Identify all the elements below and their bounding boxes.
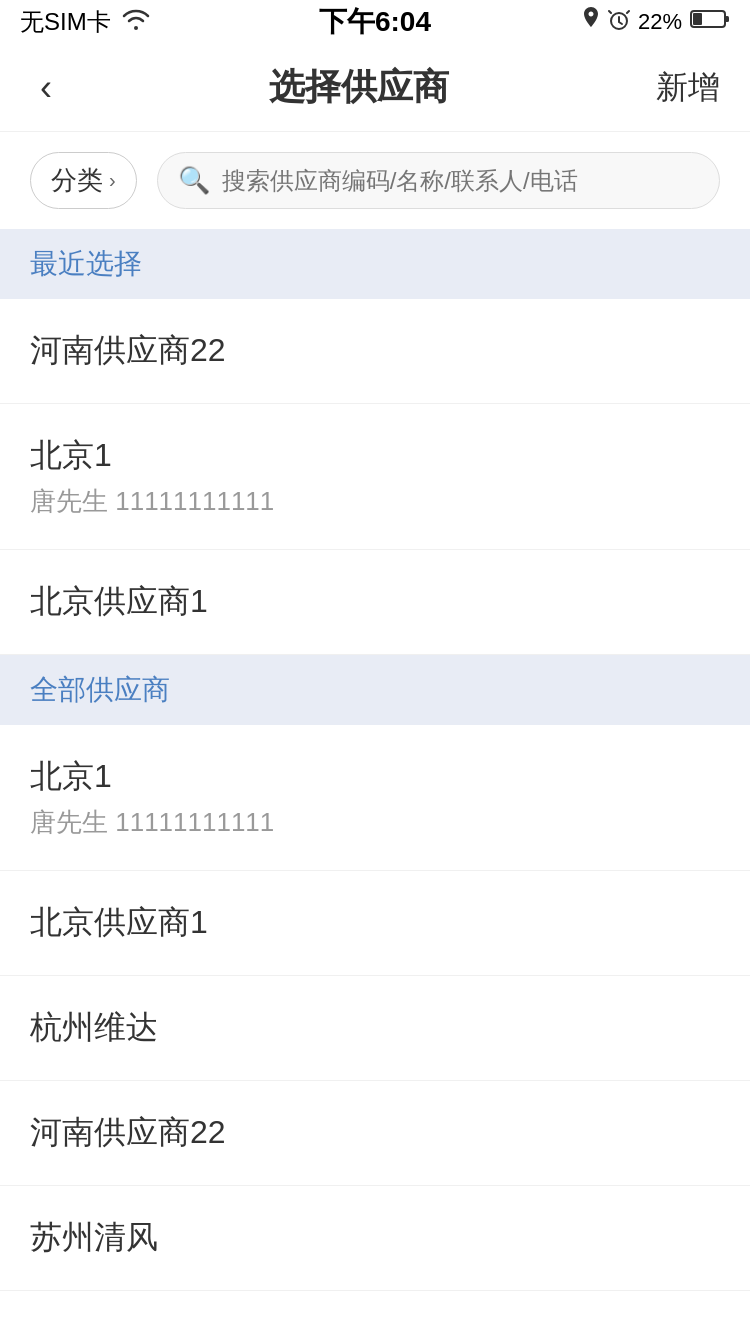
item-name: 北京供应商1 — [30, 901, 720, 945]
status-bar: 无SIM卡 下午6:04 22% — [0, 0, 750, 44]
battery-icon — [690, 9, 730, 35]
list-item[interactable]: 北京1 唐先生 11111111111 — [0, 725, 750, 871]
add-button[interactable]: 新增 — [656, 66, 720, 110]
battery-text: 22% — [638, 9, 682, 35]
recent-section-label: 最近选择 — [30, 248, 142, 279]
list-item[interactable]: 北京供应商1 — [0, 550, 750, 655]
item-name: 河南供应商22 — [30, 329, 720, 373]
list-item[interactable]: 河南供应商22 — [0, 1081, 750, 1186]
item-name: 河南供应商22 — [30, 1111, 720, 1155]
list-item[interactable]: 河南供应商22 — [0, 299, 750, 404]
item-name: 苏州清风 — [30, 1216, 720, 1260]
filter-bar: 分类 › 🔍 — [0, 132, 750, 229]
list-item[interactable]: 苏州清风 — [0, 1186, 750, 1291]
list-item[interactable]: 北京1 唐先生 11111111111 — [0, 404, 750, 550]
list-item[interactable]: 北京供应商1 — [0, 871, 750, 976]
all-section-label: 全部供应商 — [30, 674, 170, 705]
item-name: 北京1 — [30, 434, 720, 478]
all-list: 北京1 唐先生 11111111111 北京供应商1 杭州维达河南供应商22 苏州清… — [0, 725, 750, 1291]
wifi-icon — [121, 8, 151, 36]
recent-section-header: 最近选择 — [0, 229, 750, 299]
svg-rect-3 — [725, 16, 729, 22]
search-input[interactable] — [222, 167, 699, 195]
location-icon — [582, 7, 600, 37]
svg-rect-2 — [693, 13, 702, 25]
chevron-right-icon: › — [109, 169, 116, 192]
page-title: 选择供应商 — [269, 63, 449, 112]
category-label: 分类 — [51, 163, 103, 198]
status-time: 下午6:04 — [319, 3, 431, 41]
category-filter[interactable]: 分类 › — [30, 152, 137, 209]
status-left: 无SIM卡 — [20, 6, 151, 38]
status-right: 22% — [582, 7, 730, 37]
recent-list: 河南供应商22 北京1 唐先生 11111111111 北京供应商1 — [0, 299, 750, 655]
all-section-header: 全部供应商 — [0, 655, 750, 725]
nav-bar: ‹ 选择供应商 新增 — [0, 44, 750, 132]
item-sub: 唐先生 11111111111 — [30, 484, 720, 519]
item-sub: 唐先生 11111111111 — [30, 805, 720, 840]
item-name: 杭州维达 — [30, 1006, 720, 1050]
item-name: 北京1 — [30, 755, 720, 799]
search-box: 🔍 — [157, 152, 720, 209]
back-button[interactable]: ‹ — [30, 57, 62, 119]
item-name: 北京供应商1 — [30, 580, 720, 624]
search-icon: 🔍 — [178, 165, 210, 196]
carrier-text: 无SIM卡 — [20, 6, 111, 38]
alarm-icon — [608, 8, 630, 36]
list-item[interactable]: 杭州维达 — [0, 976, 750, 1081]
